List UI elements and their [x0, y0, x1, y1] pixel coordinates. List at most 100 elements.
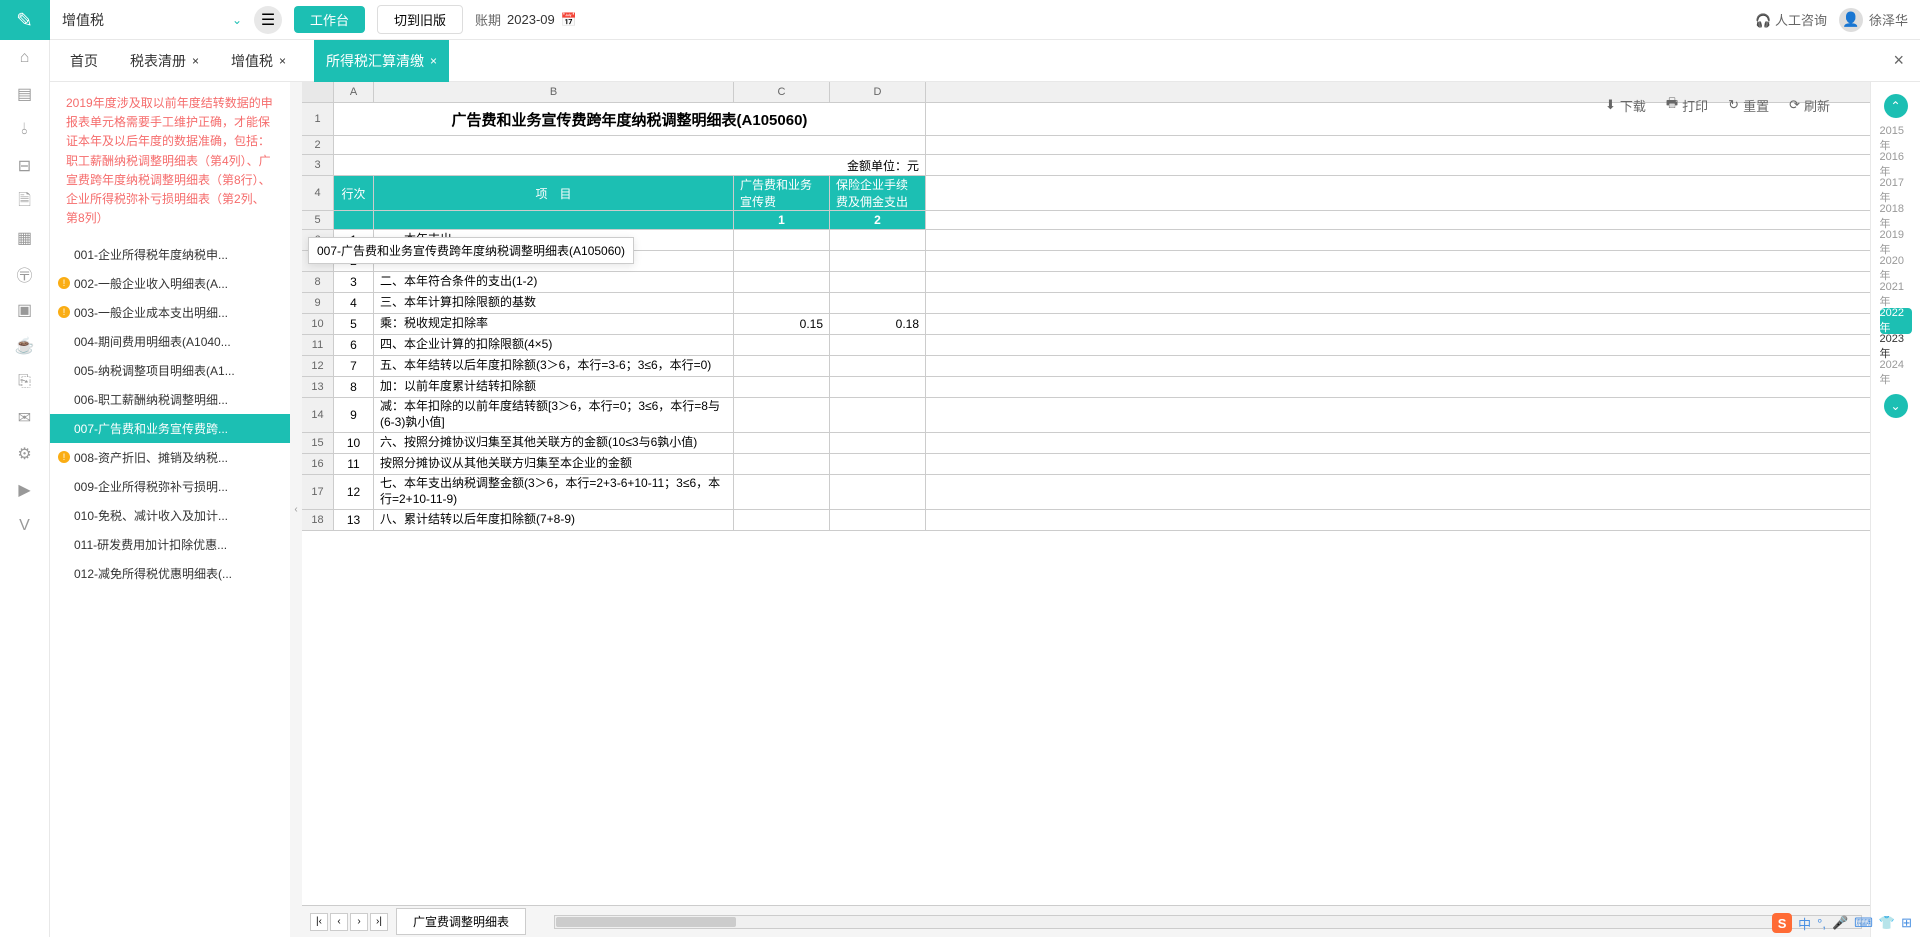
data-row-10[interactable]: 1510六、按照分摊协议归集至其他关联方的金额(10≤3与6孰小值) [302, 433, 1870, 454]
tab-home[interactable]: 首页 [66, 40, 102, 82]
download-button[interactable]: ⬇下载 [1605, 94, 1646, 116]
close-icon[interactable]: × [430, 54, 437, 68]
sheet-nav-prev[interactable]: ‹ [330, 913, 348, 931]
nav-bank-icon[interactable]: ▦ [0, 220, 50, 256]
data-row-4[interactable]: 94三、本年计算扣除限额的基数 [302, 293, 1870, 314]
form-item-2[interactable]: 003-一般企业成本支出明细... [50, 298, 290, 327]
data-row-7[interactable]: 127五、本年结转以后年度扣除额(3＞6，本行=3-6；3≤6，本行=0) [302, 356, 1870, 377]
app-logo: ✎ [0, 0, 50, 40]
nav-video-icon[interactable]: ▶ [0, 472, 50, 508]
user-menu[interactable]: 👤 徐泽华 [1839, 8, 1908, 32]
form-item-8[interactable]: 009-企业所得税弥补亏损明... [50, 472, 290, 501]
ime-logo-icon[interactable]: S [1772, 913, 1792, 933]
sheet-tab[interactable]: 广宣费调整明细表 [396, 908, 526, 935]
print-button[interactable]: 🖶打印 [1666, 94, 1708, 116]
form-item-10[interactable]: 011-研发费用加计扣除优惠... [50, 530, 290, 559]
nav-salary-icon[interactable]: 〶 [0, 256, 50, 292]
year-2021年[interactable]: 2021年 [1880, 282, 1912, 308]
ime-punct-icon[interactable]: °, [1817, 916, 1826, 931]
form-item-5[interactable]: 006-职工薪酬纳税调整明细... [50, 385, 290, 414]
print-icon: 🖶 [1666, 94, 1678, 116]
sheet-toolbar: ⬇下载 🖶打印 ↻重置 ⟳刷新 [1605, 94, 1830, 116]
refresh-button[interactable]: ⟳刷新 [1789, 94, 1830, 116]
ime-mic-icon[interactable]: 🎤 [1832, 915, 1848, 931]
company-dropdown[interactable]: 增值税 ⌄ [62, 10, 242, 30]
tab-vat[interactable]: 增值税× [227, 40, 290, 82]
ime-keyboard-icon[interactable]: ⌨ [1854, 915, 1873, 931]
form-item-7[interactable]: 008-资产折旧、摊销及纳税... [50, 443, 290, 472]
period-selector[interactable]: 账期 2023-09 📅 [475, 10, 577, 29]
data-row-13[interactable]: 1813八、累计结转以后年度扣除额(7+8-9) [302, 510, 1870, 531]
data-row-9[interactable]: 149减：本年扣除的以前年度结转额[3＞6，本行=0；3≤6，本行=8与(6-3… [302, 398, 1870, 433]
form-item-1[interactable]: 002-一般企业收入明细表(A... [50, 269, 290, 298]
close-all-tabs-icon[interactable]: × [1893, 50, 1904, 71]
sheet-nav-last[interactable]: ›| [370, 913, 388, 931]
form-item-4[interactable]: 005-纳税调整项目明细表(A1... [50, 356, 290, 385]
year-2019年[interactable]: 2019年 [1880, 230, 1912, 256]
data-row-11[interactable]: 1611按照分摊协议从其他关联方归集至本企业的金额 [302, 454, 1870, 475]
collapse-handle[interactable]: ‹ [290, 82, 302, 937]
form-item-11[interactable]: 012-减免所得税优惠明细表(... [50, 559, 290, 588]
nav-vip-icon[interactable]: V [0, 508, 50, 544]
nav-home-icon[interactable]: ⌂ [0, 40, 50, 76]
year-2017年[interactable]: 2017年 [1880, 178, 1912, 204]
list-button[interactable]: ☰ [254, 6, 282, 34]
nav-inbox-icon[interactable]: ✉ [0, 400, 50, 436]
nav-settings-icon[interactable]: ⚙ [0, 436, 50, 472]
sheet-nav-first[interactable]: |‹ [310, 913, 328, 931]
nav-ledger-icon[interactable]: ▤ [0, 76, 50, 112]
nav-report-icon[interactable]: ⫰ [0, 112, 50, 148]
reset-button[interactable]: ↻重置 [1728, 94, 1769, 116]
sheet-area: ⬇下载 🖶打印 ↻重置 ⟳刷新 › ABCD1广告费和业务宣传费跨年度纳税调整明… [302, 82, 1870, 937]
close-icon[interactable]: × [192, 54, 199, 68]
sheet-tabs-bar: |‹ ‹ › ›| 广宣费调整明细表 [302, 905, 1870, 937]
year-2024年[interactable]: 2024年 [1880, 360, 1912, 386]
data-row-6[interactable]: 116四、本企业计算的扣除限额(4×5) [302, 335, 1870, 356]
workbench-button[interactable]: 工作台 [294, 6, 365, 33]
tab-tax-list[interactable]: 税表清册× [126, 40, 203, 82]
data-row-5[interactable]: 105乘：税收规定扣除率0.150.18 [302, 314, 1870, 335]
form-item-0[interactable]: 001-企业所得税年度纳税申... [50, 240, 290, 269]
form-list: 001-企业所得税年度纳税申...002-一般企业收入明细表(A...003-一… [50, 240, 290, 937]
spreadsheet[interactable]: ABCD1广告费和业务宣传费跨年度纳税调整明细表(A105060)23金额单位：… [302, 82, 1870, 905]
form-item-9[interactable]: 010-免税、减计收入及加计... [50, 501, 290, 530]
tab-income-tax[interactable]: 所得税汇算清缴× [314, 40, 449, 82]
download-icon: ⬇ [1605, 97, 1616, 113]
horizontal-scrollbar[interactable] [554, 915, 1862, 929]
ime-tools-icon[interactable]: ⊞ [1901, 915, 1912, 931]
ime-bar: S 中 °, 🎤 ⌨ 👕 ⊞ [1772, 913, 1912, 933]
ime-lang[interactable]: 中 [1798, 914, 1811, 933]
left-panel: 2019年度涉及取以前年度结转数据的申报表单元格需要手工维护正确，才能保证本年及… [50, 82, 290, 937]
top-bar: 增值税 ⌄ ☰ 工作台 切到旧版 账期 2023-09 📅 🎧 人工咨询 👤 徐… [50, 0, 1920, 40]
reset-icon: ↻ [1728, 97, 1739, 113]
company-name: 增值税 [62, 10, 104, 30]
year-2018年[interactable]: 2018年 [1880, 204, 1912, 230]
nav-asset-icon[interactable]: ⊟ [0, 148, 50, 184]
user-name: 徐泽华 [1869, 10, 1908, 29]
form-item-6[interactable]: 007-广告费和业务宣传费跨... [50, 414, 290, 443]
year-scroll-up[interactable]: ⌃ [1884, 94, 1908, 118]
support-link[interactable]: 🎧 人工咨询 [1755, 10, 1827, 29]
year-2022年[interactable]: 2022年 [1880, 308, 1912, 334]
year-scroll-down[interactable]: ⌄ [1884, 394, 1908, 418]
year-2016年[interactable]: 2016年 [1880, 152, 1912, 178]
nav-invoice-icon[interactable]: 🗎 [0, 184, 50, 220]
nav-tax-icon[interactable]: ☕ [0, 328, 50, 364]
sheet-nav-next[interactable]: › [350, 913, 368, 931]
year-2023年[interactable]: 2023年 [1880, 334, 1912, 360]
nav-archive-icon[interactable]: ▣ [0, 292, 50, 328]
switch-old-button[interactable]: 切到旧版 [377, 5, 463, 34]
chevron-down-icon: ⌄ [232, 13, 242, 27]
close-icon[interactable]: × [279, 54, 286, 68]
year-2015年[interactable]: 2015年 [1880, 126, 1912, 152]
nav-declare-icon[interactable]: ⎘ [0, 364, 50, 400]
ime-skin-icon[interactable]: 👕 [1879, 915, 1895, 931]
period-label: 账期 [475, 10, 501, 29]
year-2020年[interactable]: 2020年 [1880, 256, 1912, 282]
headset-icon: 🎧 [1755, 13, 1771, 28]
form-item-3[interactable]: 004-期间费用明细表(A1040... [50, 327, 290, 356]
year-bar: ⌃ 2015年2016年2017年2018年2019年2020年2021年202… [1870, 82, 1920, 937]
data-row-8[interactable]: 138加：以前年度累计结转扣除额 [302, 377, 1870, 398]
data-row-3[interactable]: 83二、本年符合条件的支出(1-2) [302, 272, 1870, 293]
data-row-12[interactable]: 1712七、本年支出纳税调整金额(3＞6，本行=2+3-6+10-11；3≤6，… [302, 475, 1870, 510]
